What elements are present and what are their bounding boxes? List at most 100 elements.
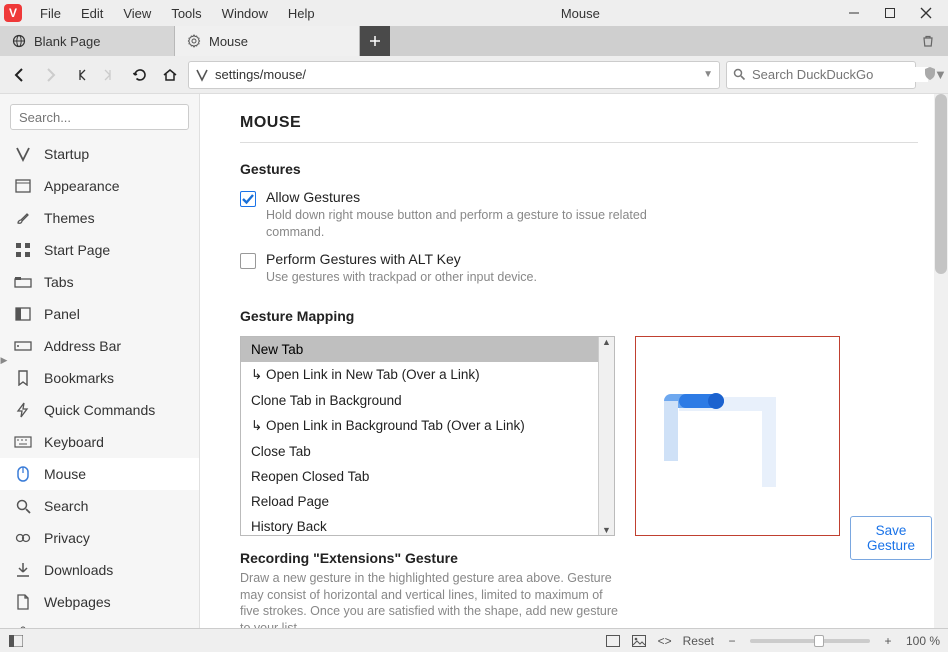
search-engine-input[interactable] (752, 67, 928, 82)
sidebar-item-quick-commands[interactable]: Quick Commands (0, 394, 199, 426)
gesture-item[interactable]: ↳ Open Link in New Tab (Over a Link) (241, 362, 598, 388)
brush-icon (14, 209, 32, 227)
gesture-item[interactable]: Close Tab (241, 439, 598, 464)
gesture-item[interactable]: ↳ Open Link in Background Tab (Over a Li… (241, 413, 598, 439)
new-tab-button[interactable] (360, 26, 390, 56)
scrollbar[interactable]: ▲ ▼ (598, 337, 614, 535)
menu-edit[interactable]: Edit (71, 6, 113, 21)
tiling-icon[interactable] (605, 633, 621, 649)
sidebar-item-address-bar[interactable]: Address Bar (0, 330, 199, 362)
status-bar: <> Reset − + 100 % (0, 628, 948, 652)
titlebar: V File Edit View Tools Window Help Mouse (0, 0, 948, 26)
save-gesture-button[interactable]: Save Gesture (850, 516, 932, 560)
divider (240, 142, 918, 143)
menu-tools[interactable]: Tools (161, 6, 211, 21)
sidebar-item-panel[interactable]: Panel (0, 298, 199, 330)
address-text[interactable]: settings/mouse/ (215, 67, 697, 82)
sidebar-item-search[interactable]: Search (0, 490, 199, 522)
scroll-up-icon[interactable]: ▲ (602, 337, 611, 347)
scroll-down-icon[interactable]: ▼ (602, 525, 611, 535)
alt-gestures-checkbox[interactable] (240, 253, 256, 269)
sidebar-item-tabs[interactable]: Tabs (0, 266, 199, 298)
sidebar-item-downloads[interactable]: Downloads (0, 554, 199, 586)
content-area: ▶ Startup Appearance Themes Start PageTabs P… (0, 94, 948, 628)
page-heading: MOUSE (240, 114, 918, 132)
sidebar-item-label: Webpages (44, 594, 111, 610)
reload-button[interactable] (128, 63, 152, 87)
address-bar[interactable]: settings/mouse/ ▼ (188, 61, 720, 89)
chevron-down-icon[interactable]: ▼ (703, 69, 713, 80)
search-engine-field[interactable]: ▼ (726, 61, 916, 89)
sidebar-item-label: Privacy (44, 530, 90, 546)
page-actions-icon[interactable]: <> (657, 633, 673, 649)
panel-expand-icon[interactable]: ▶ (0, 340, 8, 380)
zoom-out-icon[interactable]: − (724, 633, 740, 649)
grid-icon (14, 241, 32, 259)
quick-icon (14, 401, 32, 419)
tab-blank-page[interactable]: Blank Page (0, 26, 175, 56)
sidebar-item-mouse[interactable]: Mouse (0, 458, 199, 490)
maximize-button[interactable] (872, 0, 908, 26)
tabs-icon (14, 273, 32, 291)
gesture-preview-icon (664, 392, 804, 512)
menu-view[interactable]: View (113, 6, 161, 21)
gear-icon (187, 34, 201, 48)
home-button[interactable] (158, 63, 182, 87)
closed-tabs-trash-icon[interactable] (908, 26, 948, 56)
minimize-button[interactable] (836, 0, 872, 26)
sidebar-item-start-page[interactable]: Start Page (0, 234, 199, 266)
recording-desc: Draw a new gesture in the highlighted ge… (240, 570, 620, 628)
download-icon (14, 561, 32, 579)
gesture-item[interactable]: Reload Page (241, 489, 598, 514)
sidebar-item-keyboard[interactable]: Keyboard (0, 426, 199, 458)
toolbar: settings/mouse/ ▼ ▼ (0, 56, 948, 94)
settings-sidebar: Startup Appearance Themes Start PageTabs Pan… (0, 94, 200, 628)
back-button[interactable] (8, 63, 32, 87)
tab-mouse[interactable]: Mouse (175, 26, 360, 56)
sidebar-item-themes[interactable]: Themes (0, 202, 199, 234)
sidebar-item-webpages[interactable]: Webpages (0, 586, 199, 618)
gesture-mapping-list[interactable]: New Tab↳ Open Link in New Tab (Over a Li… (240, 336, 615, 536)
alt-gestures-desc: Use gestures with trackpad or other inpu… (266, 269, 537, 286)
sidebar-item-label: Themes (44, 210, 95, 226)
sidebar-item-label: Quick Commands (44, 402, 155, 418)
fast-forward-button[interactable] (98, 63, 122, 87)
panel-icon (14, 305, 32, 323)
tab-label: Mouse (209, 34, 248, 49)
sidebar-item-bookmarks[interactable]: Bookmarks (0, 362, 199, 394)
sidebar-search (10, 104, 189, 130)
gesture-item[interactable]: Clone Tab in Background (241, 388, 598, 413)
content-blocker-icon[interactable] (922, 66, 940, 84)
gesture-item[interactable]: History Back (241, 514, 598, 535)
search-icon (14, 497, 32, 515)
sidebar-item-network[interactable]: Network (0, 618, 199, 628)
recording-title: Recording "Extensions" Gesture (240, 550, 918, 566)
close-button[interactable] (908, 0, 944, 26)
menu-window[interactable]: Window (212, 6, 278, 21)
menu-file[interactable]: File (30, 6, 71, 21)
main-scrollbar[interactable] (934, 94, 948, 628)
tab-strip: Blank Page Mouse (0, 26, 948, 56)
gesture-item[interactable]: Reopen Closed Tab (241, 464, 598, 489)
globe-icon (12, 34, 26, 48)
rewind-button[interactable] (68, 63, 92, 87)
zoom-slider[interactable] (750, 639, 870, 643)
reset-zoom-button[interactable]: Reset (683, 634, 714, 648)
images-toggle-icon[interactable] (631, 633, 647, 649)
zoom-in-icon[interactable]: + (880, 633, 896, 649)
panel-toggle-icon[interactable] (8, 633, 24, 649)
allow-gestures-checkbox[interactable] (240, 191, 256, 207)
sidebar-item-startup[interactable]: Startup (0, 138, 199, 170)
sidebar-item-privacy[interactable]: Privacy (0, 522, 199, 554)
sidebar-item-appearance[interactable]: Appearance (0, 170, 199, 202)
menu-help[interactable]: Help (278, 6, 325, 21)
vivaldi-logo-icon[interactable]: V (4, 4, 22, 22)
gesture-recording-canvas[interactable] (635, 336, 840, 536)
sidebar-item-label: Panel (44, 306, 80, 322)
zoom-level-label: 100 % (906, 634, 940, 648)
sidebar-search-input[interactable] (10, 104, 189, 130)
gesture-item[interactable]: New Tab (241, 337, 598, 362)
sidebar-item-label: Appearance (44, 178, 120, 194)
forward-button[interactable] (38, 63, 62, 87)
privacy-icon (14, 529, 32, 547)
